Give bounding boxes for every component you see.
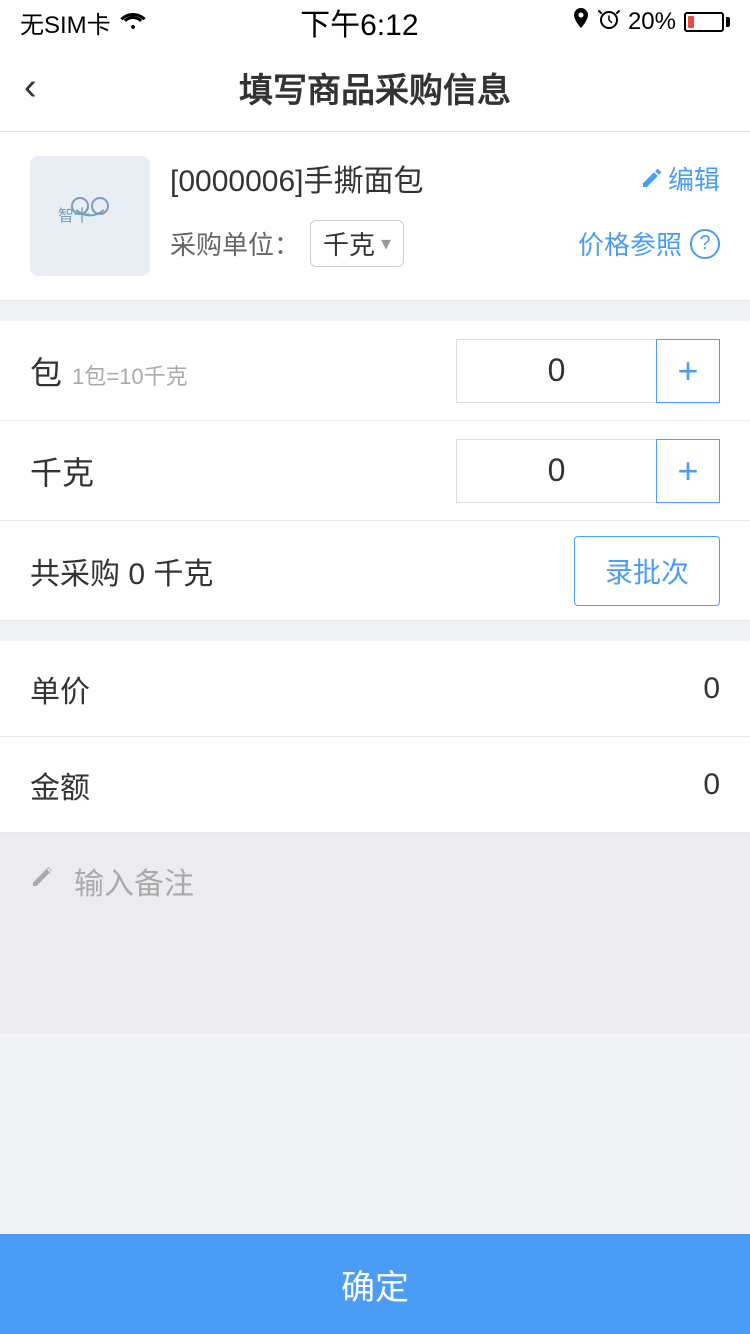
purchase-unit-label: 采购单位：: [170, 225, 300, 262]
remark-placeholder: 输入备注: [74, 859, 194, 903]
bag-input-group: +: [456, 339, 720, 403]
kg-input-row: 千克 +: [0, 421, 750, 521]
kg-plus-button[interactable]: +: [656, 439, 720, 503]
bag-quantity-input[interactable]: [456, 339, 656, 403]
confirm-button-label: 确定: [341, 1260, 409, 1309]
price-section: 单价 0 金额 0: [0, 641, 750, 833]
price-ref-label: 价格参照: [578, 225, 682, 262]
alarm-icon: [598, 8, 620, 37]
unit-price-row: 单价 0: [0, 641, 750, 737]
status-time: 下午6:12: [300, 0, 418, 44]
bag-plus-button[interactable]: +: [656, 339, 720, 403]
price-ref-button[interactable]: 价格参照 ?: [578, 225, 720, 262]
unit-row: 采购单位： 千克 ▾ 价格参照 ?: [170, 220, 720, 267]
nav-bar: ‹ 填写商品采购信息: [0, 44, 750, 132]
carrier-label: 无SIM卡: [20, 5, 111, 40]
bag-sub-label: 1包=10千克: [72, 359, 188, 391]
status-right: 20%: [572, 8, 730, 37]
unit-price-label: 单价: [30, 667, 90, 711]
section-divider-1: [0, 301, 750, 321]
page-title: 填写商品采购信息: [239, 63, 511, 112]
kg-quantity-input[interactable]: [456, 439, 656, 503]
section-divider-2: [0, 621, 750, 641]
pencil-icon: [30, 861, 58, 897]
status-left: 无SIM卡: [20, 5, 147, 40]
product-image: 智十: [30, 156, 150, 276]
amount-value: 0: [703, 768, 720, 802]
record-batch-button[interactable]: 录批次: [574, 536, 720, 606]
remark-section[interactable]: 输入备注: [0, 833, 750, 1033]
amount-label: 金额: [30, 763, 90, 807]
edit-button[interactable]: 编辑: [640, 160, 720, 197]
amount-row: 金额 0: [0, 737, 750, 833]
bag-label: 包 1包=10千克: [30, 348, 188, 394]
product-name-row: [0000006]手撕面包 编辑: [170, 156, 720, 200]
chevron-down-icon: ▾: [381, 231, 391, 256]
status-bar: 无SIM卡 下午6:12 20%: [0, 0, 750, 44]
back-button[interactable]: ‹: [24, 66, 37, 109]
battery-icon: [684, 12, 730, 32]
bottom-spacer: [0, 1033, 750, 1133]
kg-input-group: +: [456, 439, 720, 503]
kg-label: 千克: [30, 448, 94, 494]
total-label: 共采购 0 千克: [30, 549, 213, 593]
confirm-button[interactable]: 确定: [0, 1234, 750, 1334]
question-mark-icon: ?: [690, 229, 720, 259]
product-card: 智十 [0000006]手撕面包 编辑 采购单位： 千克 ▾: [0, 132, 750, 301]
bag-input-row: 包 1包=10千克 +: [0, 321, 750, 421]
product-info: [0000006]手撕面包 编辑 采购单位： 千克 ▾ 价格参照 ?: [170, 156, 720, 267]
quantity-section: 包 1包=10千克 + 千克 +: [0, 321, 750, 521]
product-name: [0000006]手撕面包: [170, 156, 423, 200]
total-value: 0: [128, 558, 145, 591]
total-row: 共采购 0 千克 录批次: [0, 521, 750, 621]
battery-percentage: 20%: [628, 8, 676, 36]
wifi-icon: [119, 8, 147, 37]
unit-price-value: 0: [703, 672, 720, 706]
unit-select[interactable]: 千克 ▾: [310, 220, 404, 267]
unit-value: 千克: [323, 225, 375, 262]
location-icon: [572, 8, 590, 37]
